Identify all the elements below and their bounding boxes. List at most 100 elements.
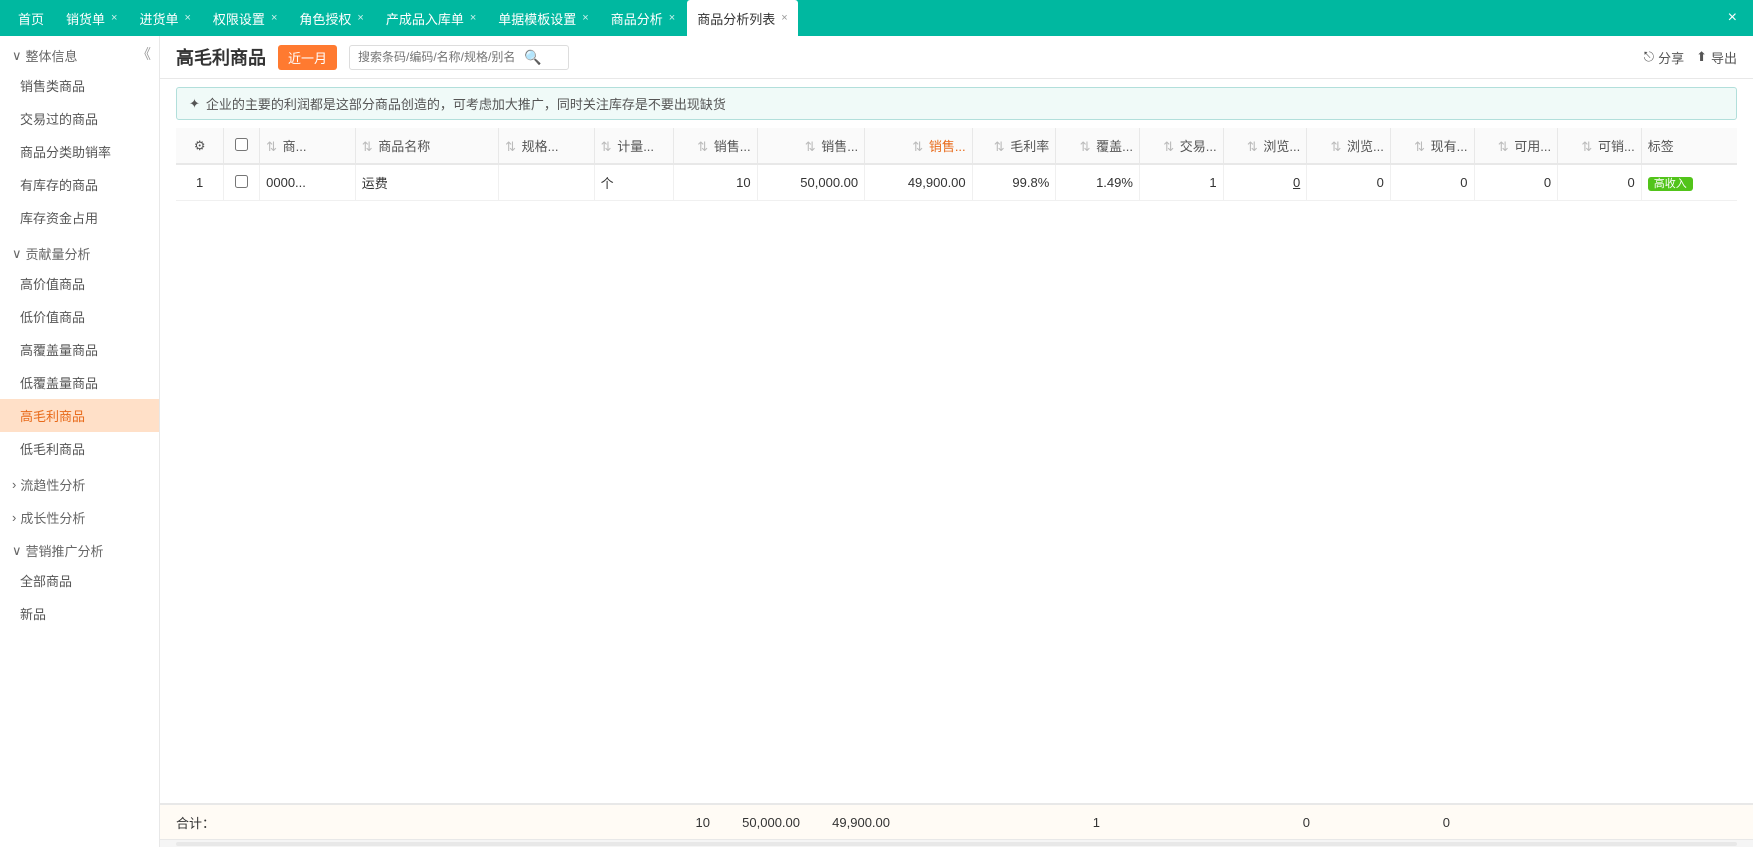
cell-cover: 1.49% bbox=[1056, 164, 1140, 201]
tab-close-icon[interactable]: × bbox=[582, 12, 588, 24]
content-header: 高毛利商品 近一月 🔍 ⎋ 分享 ⬆ 导出 bbox=[160, 36, 1753, 79]
sidebar-item-low-margin[interactable]: 低毛利商品 bbox=[0, 432, 159, 465]
settings-icon[interactable]: ⚙ bbox=[194, 138, 206, 153]
footer-label: 合计： bbox=[176, 813, 336, 832]
content-area: 高毛利商品 近一月 🔍 ⎋ 分享 ⬆ 导出 ✦ 企业的主要的利润都是这部分商品创… bbox=[160, 36, 1753, 847]
col-header-cover[interactable]: ⇅ 覆盖... bbox=[1056, 128, 1140, 164]
col-header-gross-rate[interactable]: ⇅ 毛利率 bbox=[972, 128, 1056, 164]
table-wrapper[interactable]: ⚙ ⇅ 商... ⇅ 商品名称 bbox=[160, 128, 1753, 803]
tab-sales-order[interactable]: 销货单 × bbox=[56, 0, 127, 36]
col-header-tag[interactable]: 标签 bbox=[1641, 128, 1737, 164]
tab-close-icon[interactable]: × bbox=[271, 12, 277, 24]
col-header-browse1[interactable]: ⇅ 浏览... bbox=[1223, 128, 1307, 164]
sidebar-item-high-coverage[interactable]: 高覆盖量商品 bbox=[0, 333, 159, 366]
sidebar-item-category-rate[interactable]: 商品分类助销率 bbox=[0, 135, 159, 168]
cell-tag: 高收入 bbox=[1641, 164, 1737, 201]
sidebar-collapse-button[interactable]: 《 bbox=[137, 44, 151, 64]
cell-code: 0000... bbox=[260, 164, 356, 201]
sidebar-item-stock-goods[interactable]: 有库存的商品 bbox=[0, 168, 159, 201]
top-navigation: 首页 销货单 × 进货单 × 权限设置 × 角色授权 × 产成品入库单 × 单据… bbox=[0, 0, 1753, 36]
search-box: 🔍 bbox=[349, 45, 569, 70]
search-icon[interactable]: 🔍 bbox=[524, 49, 541, 66]
col-header-sales-cost[interactable]: ⇅ 销售... bbox=[865, 128, 973, 164]
col-header-unit[interactable]: ⇅ 计量... bbox=[594, 128, 673, 164]
cell-spec bbox=[499, 164, 595, 201]
footer-spacer2 bbox=[896, 815, 1036, 830]
tab-close-icon[interactable]: × bbox=[111, 12, 117, 24]
tab-close-icon[interactable]: × bbox=[357, 12, 363, 24]
cell-num: 1 bbox=[176, 164, 224, 201]
share-button[interactable]: ⎋ 分享 bbox=[1644, 48, 1684, 67]
sidebar-group-contribution[interactable]: ∨ 贡献量分析 bbox=[0, 234, 159, 267]
col-header-name[interactable]: ⇅ 商品名称 bbox=[355, 128, 498, 164]
tab-product-analysis[interactable]: 商品分析 × bbox=[601, 0, 685, 36]
tab-close-icon[interactable]: × bbox=[669, 12, 675, 24]
cell-gross-rate: 99.8% bbox=[972, 164, 1056, 201]
tab-close-icon[interactable]: × bbox=[184, 12, 190, 24]
col-header-sales-qty[interactable]: ⇅ 销售... bbox=[673, 128, 757, 164]
sidebar-group-marketing[interactable]: ∨ 营销推广分析 bbox=[0, 531, 159, 564]
sidebar-item-low-value[interactable]: 低价值商品 bbox=[0, 300, 159, 333]
tab-home[interactable]: 首页 bbox=[8, 0, 54, 36]
cell-sales-qty: 10 bbox=[673, 164, 757, 201]
sidebar-group-trend[interactable]: › 流趋性分析 bbox=[0, 465, 159, 498]
sidebar-item-new-goods[interactable]: 新品 bbox=[0, 597, 159, 630]
tab-permission-settings[interactable]: 权限设置 × bbox=[203, 0, 287, 36]
col-header-check bbox=[224, 128, 260, 164]
sidebar-item-all-goods[interactable]: 全部商品 bbox=[0, 564, 159, 597]
col-header-num: ⚙ bbox=[176, 128, 224, 164]
col-header-browse2[interactable]: ⇅ 浏览... bbox=[1307, 128, 1391, 164]
filter-period-button[interactable]: 近一月 bbox=[278, 45, 337, 70]
footer-spacer1 bbox=[336, 815, 646, 830]
page-title: 高毛利商品 bbox=[176, 44, 266, 70]
sidebar-item-stock-capital[interactable]: 库存资金占用 bbox=[0, 201, 159, 234]
scrollbar-track[interactable] bbox=[176, 842, 1737, 846]
col-header-stock2[interactable]: ⇅ 可用... bbox=[1474, 128, 1558, 164]
sidebar-item-sales-goods[interactable]: 销售类商品 bbox=[0, 69, 159, 102]
footer-sale-able: 0 bbox=[1386, 815, 1456, 830]
cell-browse1: 0 bbox=[1223, 164, 1307, 201]
cell-stock1: 0 bbox=[1390, 164, 1474, 201]
footer-stock1: 0 bbox=[1246, 815, 1316, 830]
sidebar-item-low-coverage[interactable]: 低覆盖量商品 bbox=[0, 366, 159, 399]
export-button[interactable]: ⬆ 导出 bbox=[1696, 48, 1737, 67]
cell-sales-amt: 50,000.00 bbox=[757, 164, 865, 201]
row-checkbox[interactable] bbox=[235, 175, 248, 188]
sidebar: 《 ∨ 整体信息 销售类商品 交易过的商品 商品分类助销率 有库存的商品 库存资… bbox=[0, 36, 160, 847]
footer-sales-qty: 10 bbox=[646, 815, 716, 830]
sidebar-item-high-value[interactable]: 高价值商品 bbox=[0, 267, 159, 300]
col-header-trade[interactable]: ⇅ 交易... bbox=[1139, 128, 1223, 164]
select-all-checkbox[interactable] bbox=[235, 138, 248, 151]
tab-purchase-order[interactable]: 进货单 × bbox=[129, 0, 200, 36]
sidebar-group-growth[interactable]: › 成长性分析 bbox=[0, 498, 159, 531]
sidebar-group-overall[interactable]: ∨ 整体信息 bbox=[0, 36, 159, 69]
tab-role-auth[interactable]: 角色授权 × bbox=[289, 0, 373, 36]
tab-product-warehouse[interactable]: 产成品入库单 × bbox=[376, 0, 486, 36]
export-icon: ⬆ bbox=[1696, 49, 1707, 65]
col-header-code[interactable]: ⇅ 商... bbox=[260, 128, 356, 164]
search-input[interactable] bbox=[358, 50, 518, 64]
share-icon: ⎋ bbox=[1644, 49, 1654, 65]
cell-stock2: 0 bbox=[1474, 164, 1558, 201]
info-banner: ✦ 企业的主要的利润都是这部分商品创造的，可考虑加大推广，同时关注库存是不要出现… bbox=[176, 87, 1737, 120]
cell-check[interactable] bbox=[224, 164, 260, 201]
col-header-sales-amt[interactable]: ⇅ 销售... bbox=[757, 128, 865, 164]
col-header-stock1[interactable]: ⇅ 现有... bbox=[1390, 128, 1474, 164]
sidebar-item-high-margin[interactable]: 高毛利商品 bbox=[0, 399, 159, 432]
tab-close-icon[interactable]: × bbox=[470, 12, 476, 24]
tab-template-settings[interactable]: 单据模板设置 × bbox=[488, 0, 598, 36]
cell-name: 运费 bbox=[355, 164, 498, 201]
cell-sales-cost: 49,900.00 bbox=[865, 164, 973, 201]
col-header-sale-able[interactable]: ⇅ 可销... bbox=[1558, 128, 1642, 164]
bottom-scrollbar[interactable] bbox=[160, 839, 1753, 847]
table-footer: 合计： 10 50,000.00 49,900.00 1 0 0 bbox=[160, 803, 1753, 839]
close-all-tabs-button[interactable]: × bbox=[1720, 5, 1745, 31]
col-header-spec[interactable]: ⇅ 规格... bbox=[499, 128, 595, 164]
cell-unit: 个 bbox=[594, 164, 673, 201]
cell-browse2: 0 bbox=[1307, 164, 1391, 201]
browse-link[interactable]: 0 bbox=[1293, 175, 1300, 190]
tab-product-analysis-list[interactable]: 商品分析列表 × bbox=[687, 0, 797, 36]
footer-cells: 10 50,000.00 49,900.00 1 0 0 bbox=[336, 815, 1737, 830]
tab-close-icon[interactable]: × bbox=[781, 12, 787, 24]
sidebar-item-traded-goods[interactable]: 交易过的商品 bbox=[0, 102, 159, 135]
